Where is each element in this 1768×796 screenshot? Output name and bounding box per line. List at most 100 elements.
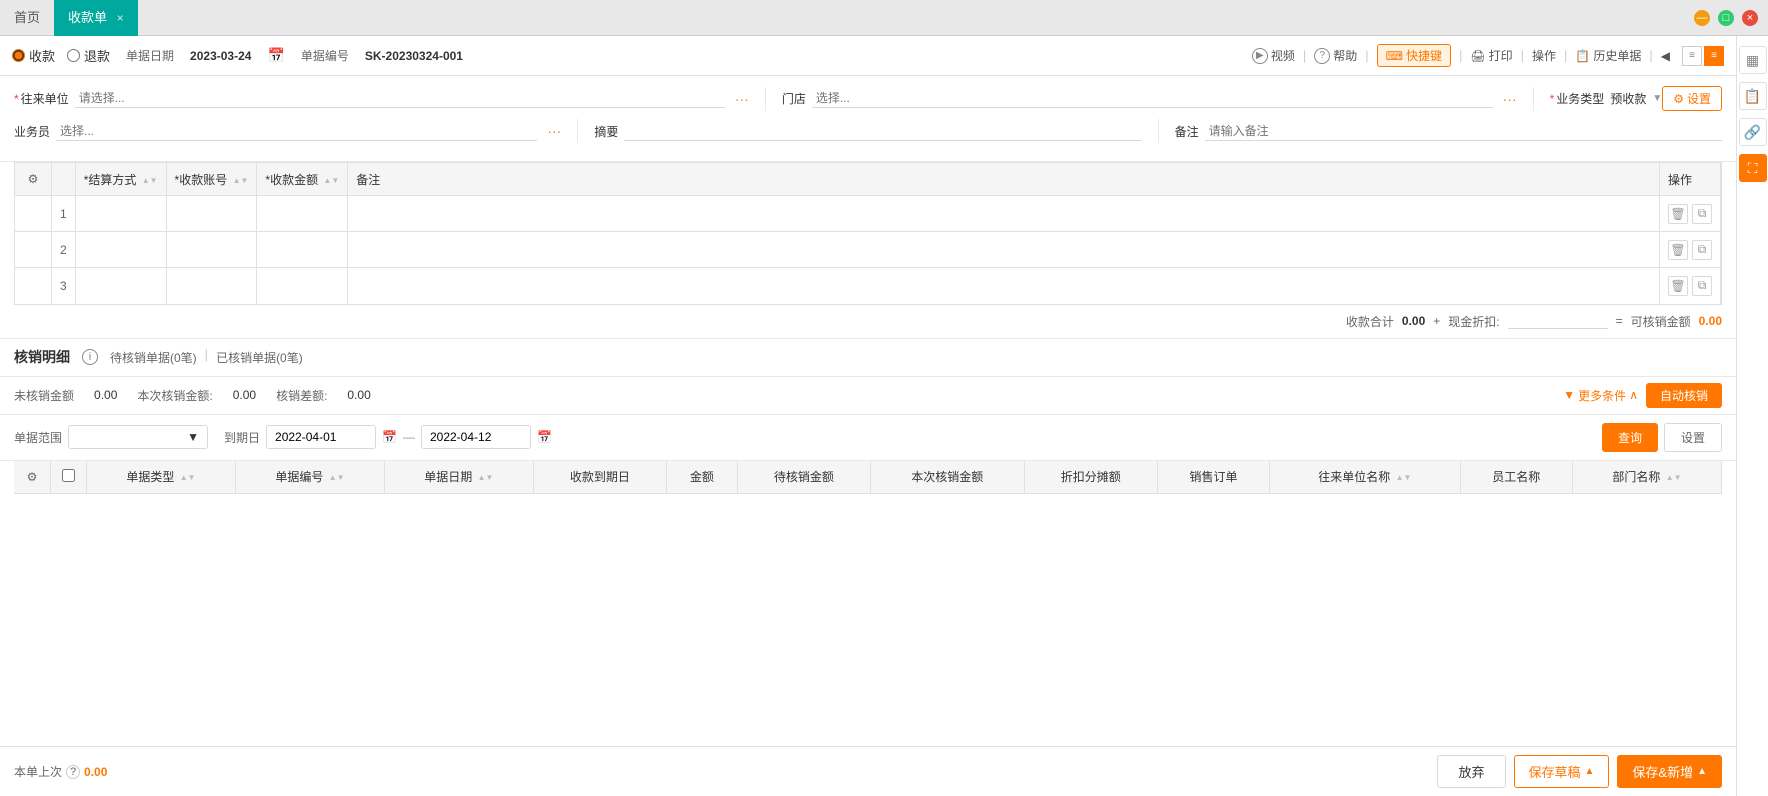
select-arrow-icon: ▼ bbox=[187, 430, 199, 444]
range-select[interactable]: ▼ bbox=[68, 425, 208, 449]
row-amount-1[interactable] bbox=[257, 196, 348, 232]
col-action-header: 操作 bbox=[1660, 163, 1721, 196]
hexiao-actions-right: ▼ 更多条件 ∧ 自动核销 bbox=[1563, 383, 1722, 408]
operation-action[interactable]: 操作 bbox=[1532, 47, 1556, 64]
history-action[interactable]: 📋 历史单据 bbox=[1575, 47, 1641, 64]
table-row: 3 🗑 ⧉ bbox=[15, 268, 1721, 304]
bottom-col-pending-header: 待核销金额 bbox=[737, 461, 870, 494]
copy-icon-2[interactable]: ⧉ bbox=[1692, 240, 1712, 260]
copy-icon-3[interactable]: ⧉ bbox=[1692, 276, 1712, 296]
bottom-table-container: ⚙ 单据类型 ▲▼ 单据编号 ▲▼ bbox=[14, 461, 1722, 747]
salesperson-input[interactable] bbox=[56, 122, 537, 141]
hexiao-header: 核销明细 i 待核销单据(0笔) | 已核销单据(0笔) bbox=[0, 339, 1736, 377]
available-label: 可核销金额 bbox=[1631, 313, 1691, 330]
remark-field: 备注 bbox=[1175, 122, 1722, 141]
business-type-arrow-icon[interactable]: ▼ bbox=[1652, 93, 1662, 104]
store-input[interactable] bbox=[812, 89, 1493, 108]
summary-input[interactable] bbox=[624, 122, 1141, 141]
more-conditions-button[interactable]: ▼ 更多条件 ∧ bbox=[1563, 387, 1638, 404]
layout-icon-1[interactable]: ≡ bbox=[1682, 46, 1702, 66]
last-value: 0.00 bbox=[84, 765, 107, 779]
partner-field: *往来单位 ··· bbox=[14, 89, 749, 108]
number-label: 单据编号 bbox=[301, 47, 349, 64]
nav-prev[interactable]: ◀ bbox=[1661, 49, 1670, 63]
save-new-button[interactable]: 保存&新增 ▲ bbox=[1617, 755, 1722, 788]
row-remark-2[interactable] bbox=[348, 232, 1660, 268]
hexiao-stats: 未核销金额 0.00 本次核销金额: 0.00 核销差额: 0.00 ▼ 更多条… bbox=[0, 377, 1736, 415]
footer: 本单上次 ? 0.00 放弃 保存草稿 ▲ 保存&新增 ▲ bbox=[0, 746, 1736, 796]
sort-icon-3: ▲▼ bbox=[323, 176, 339, 185]
tab-receipt[interactable]: 收款单 × bbox=[54, 0, 138, 36]
diff-value: 0.00 bbox=[347, 388, 370, 402]
bottom-col-dept-header: 部门名称 ▲▼ bbox=[1572, 461, 1721, 494]
save-draft-button[interactable]: 保存草稿 ▲ bbox=[1514, 755, 1610, 788]
row-account-2[interactable] bbox=[166, 232, 257, 268]
partner-more-icon[interactable]: ··· bbox=[735, 91, 749, 107]
print-action[interactable]: 🖨 打印 bbox=[1470, 47, 1512, 64]
tab-close-icon[interactable]: × bbox=[117, 11, 124, 25]
calendar-to-icon[interactable]: 📅 bbox=[537, 430, 552, 444]
date-from-input[interactable] bbox=[266, 425, 376, 449]
receipt-radio[interactable]: 收款 bbox=[12, 46, 55, 65]
sidebar-doc-icon[interactable]: 📋 bbox=[1739, 82, 1767, 110]
delete-icon-3[interactable]: 🗑 bbox=[1668, 276, 1688, 296]
range-filter-field: 单据范围 ▼ bbox=[14, 425, 208, 449]
filter-settings-button[interactable]: 设置 bbox=[1664, 423, 1722, 452]
salesperson-more-icon[interactable]: ··· bbox=[547, 123, 561, 139]
row-amount-3[interactable] bbox=[257, 268, 348, 304]
shortcut-button[interactable]: ⌨ 快捷键 bbox=[1377, 44, 1451, 67]
footer-info: 本单上次 ? 0.00 bbox=[14, 763, 107, 780]
bottom-settings-icon[interactable]: ⚙ bbox=[22, 467, 42, 487]
store-field: 门店 ··· bbox=[782, 89, 1517, 108]
abandon-button[interactable]: 放弃 bbox=[1437, 755, 1505, 788]
settings-button[interactable]: ⚙ 设置 bbox=[1662, 86, 1722, 111]
tab-home[interactable]: 首页 bbox=[0, 0, 54, 36]
bottom-col-number-header: 单据编号 ▲▼ bbox=[235, 461, 384, 494]
business-type-field: *业务类型 预收款 ▼ bbox=[1550, 90, 1663, 107]
hexiao-info-icon[interactable]: i bbox=[82, 349, 98, 365]
sidebar-link-icon[interactable]: 🔗 bbox=[1739, 118, 1767, 146]
video-action[interactable]: ▶ 视频 bbox=[1252, 47, 1295, 64]
sidebar-expand-icon[interactable]: ⛶ bbox=[1739, 154, 1767, 182]
hexiao-title: 核销明细 bbox=[14, 347, 70, 367]
help-action[interactable]: ? 帮助 bbox=[1314, 47, 1357, 64]
hexiao-pending-tab[interactable]: 待核销单据(0笔) bbox=[110, 347, 197, 368]
delete-icon-2[interactable]: 🗑 bbox=[1668, 240, 1688, 260]
range-label: 单据范围 bbox=[14, 429, 62, 446]
row-remark-3[interactable] bbox=[348, 268, 1660, 304]
this-time-value: 0.00 bbox=[233, 388, 256, 402]
sidebar-table-icon[interactable]: ▦ bbox=[1739, 46, 1767, 74]
date-to-input[interactable] bbox=[421, 425, 531, 449]
help-icon-footer[interactable]: ? bbox=[66, 765, 80, 779]
layout-icon-2[interactable]: ≡ bbox=[1704, 46, 1724, 66]
row-payment-3[interactable] bbox=[75, 268, 166, 304]
query-button[interactable]: 查询 bbox=[1602, 423, 1658, 452]
number-value: SK-20230324-001 bbox=[365, 49, 463, 63]
row-amount-2[interactable] bbox=[257, 232, 348, 268]
bottom-col-staff-header: 员工名称 bbox=[1460, 461, 1572, 494]
row-account-1[interactable] bbox=[166, 196, 257, 232]
store-more-icon[interactable]: ··· bbox=[1503, 91, 1517, 107]
calendar-icon[interactable]: 📅 bbox=[267, 47, 284, 64]
auto-hexiao-button[interactable]: 自动核销 bbox=[1646, 383, 1722, 408]
row-payment-2[interactable] bbox=[75, 232, 166, 268]
copy-icon-1[interactable]: ⧉ bbox=[1692, 204, 1712, 224]
date-label: 单据日期 bbox=[126, 47, 174, 64]
minimize-button[interactable]: — bbox=[1694, 10, 1710, 26]
hexiao-done-tab[interactable]: 已核销单据(0笔) bbox=[216, 347, 303, 368]
row-remark-1[interactable] bbox=[348, 196, 1660, 232]
select-all-checkbox[interactable] bbox=[62, 469, 75, 482]
table-row: 2 🗑 ⧉ bbox=[15, 232, 1721, 268]
partner-input[interactable] bbox=[75, 89, 725, 108]
remark-input[interactable] bbox=[1205, 122, 1722, 141]
delete-icon-1[interactable]: 🗑 bbox=[1668, 204, 1688, 224]
table-settings-icon[interactable]: ⚙ bbox=[23, 169, 43, 189]
calendar-from-icon[interactable]: 📅 bbox=[382, 430, 397, 444]
maximize-button[interactable]: □ bbox=[1718, 10, 1734, 26]
refund-radio[interactable]: 退款 bbox=[67, 46, 110, 65]
row-account-3[interactable] bbox=[166, 268, 257, 304]
row-payment-1[interactable] bbox=[75, 196, 166, 232]
discount-input[interactable] bbox=[1508, 314, 1608, 329]
close-button[interactable]: × bbox=[1742, 10, 1758, 26]
hexiao-section: 核销明细 i 待核销单据(0笔) | 已核销单据(0笔) 未核销金额 0.00 … bbox=[0, 339, 1736, 747]
